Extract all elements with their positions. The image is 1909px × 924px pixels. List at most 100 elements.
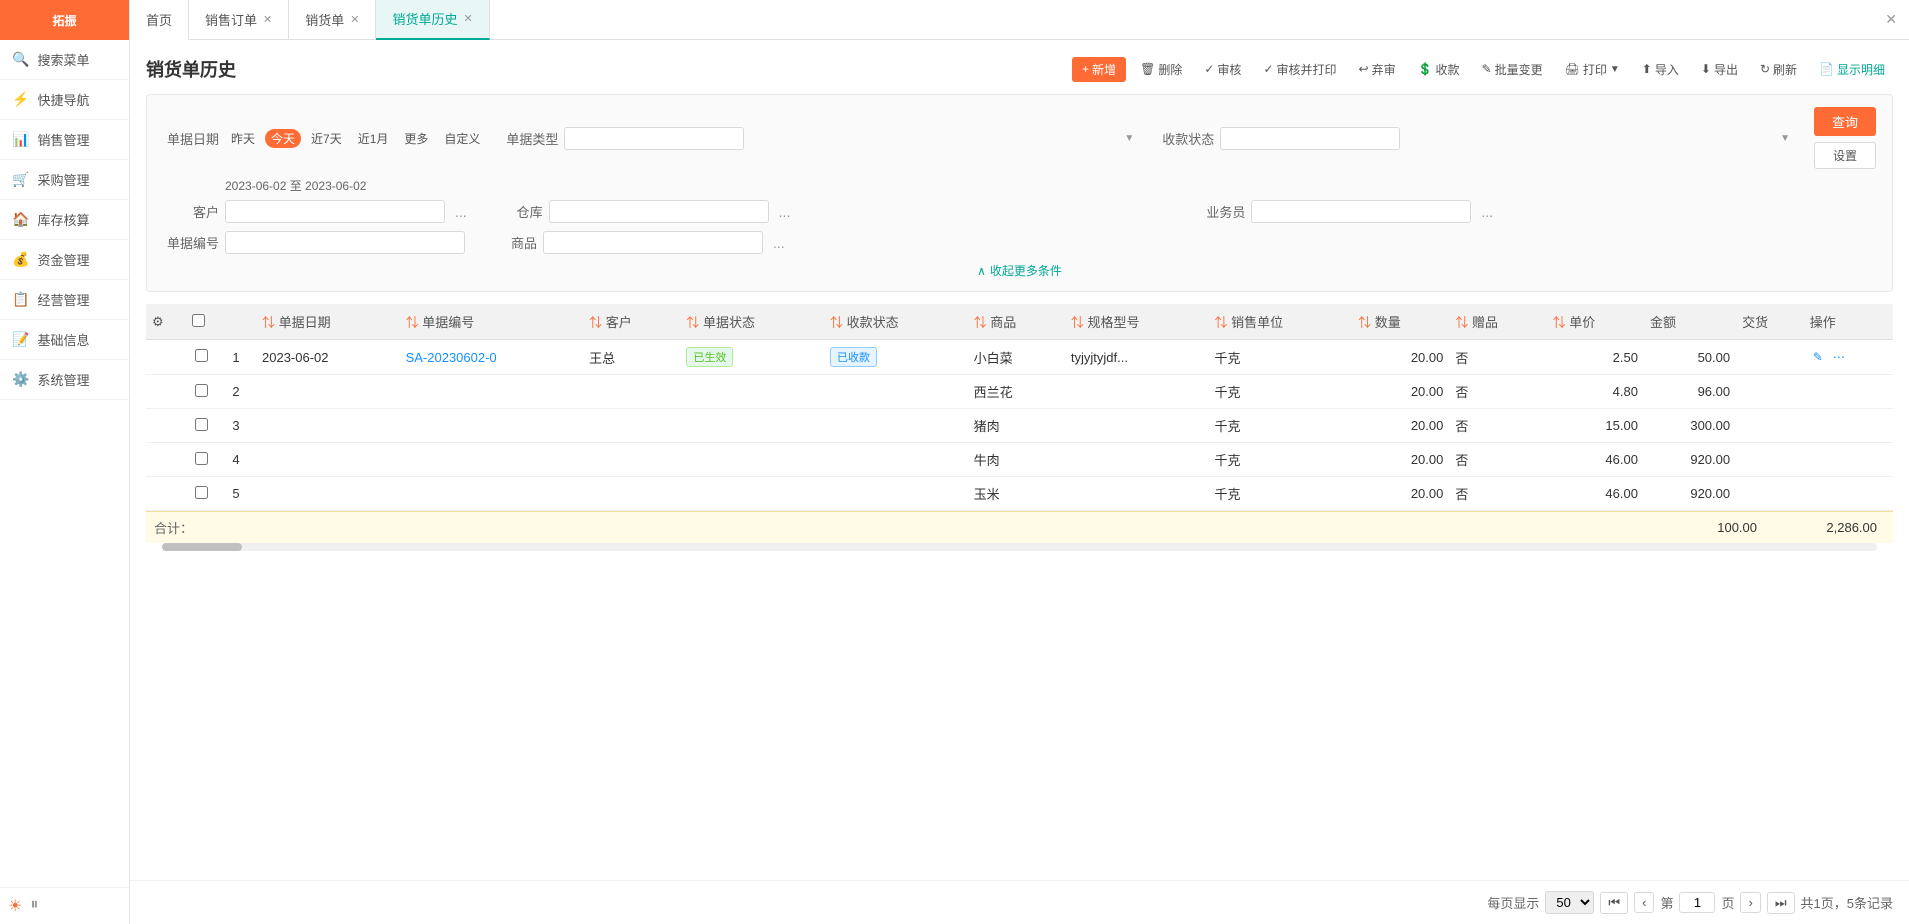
col-spec[interactable]: ⇅ 规格型号 (1065, 304, 1209, 340)
export-button[interactable]: ⬇ 导出 (1693, 57, 1746, 82)
refresh-button[interactable]: ↻ 刷新 (1752, 57, 1805, 82)
goods-ellipsis[interactable]: ... (769, 235, 789, 251)
customer-input[interactable] (225, 200, 445, 223)
tab-sales-order-close[interactable]: ✕ (263, 13, 272, 26)
sidebar-item-quick-nav[interactable]: ⚡ 快捷导航 (0, 80, 129, 120)
col-collect-status[interactable]: ⇅ 收款状态 (824, 304, 968, 340)
date-tag-custom[interactable]: 自定义 (438, 129, 486, 148)
scroll-bar[interactable] (162, 543, 1877, 551)
tab-sales-delivery-close[interactable]: ✕ (350, 13, 359, 26)
row-checkbox[interactable] (195, 349, 208, 362)
sidebar-item-fund-mgmt[interactable]: 💰 资金管理 (0, 240, 129, 280)
scroll-thumb[interactable] (162, 543, 242, 551)
sidebar-item-search-menu[interactable]: 🔍 搜索菜单 (0, 40, 129, 80)
collect-status-badge: 已收款 (830, 347, 877, 367)
row-num-cell: 3 (216, 409, 256, 443)
row-checkbox-cell[interactable] (186, 409, 216, 443)
tab-sales-history[interactable]: 销货单历史 ✕ (376, 0, 489, 40)
next-page-button[interactable]: › (1740, 892, 1760, 913)
sidebar-item-purchase-mgmt[interactable]: 🛒 采购管理 (0, 160, 129, 200)
settings-gear-icon[interactable]: ⚙ (152, 314, 164, 329)
first-page-button[interactable]: ⏮ (1600, 892, 1628, 914)
row-collect-status: 已收款 (824, 340, 968, 375)
sidebar-item-basic-info[interactable]: 📝 基础信息 (0, 320, 129, 360)
row-checkbox[interactable] (195, 452, 208, 465)
col-goods[interactable]: ⇅ 商品 (968, 304, 1065, 340)
last-page-button[interactable]: ⏭ (1767, 892, 1795, 914)
date-tag-more[interactable]: 更多 (398, 129, 434, 148)
row-checkbox-cell[interactable] (186, 375, 216, 409)
salesperson-input[interactable] (1251, 200, 1471, 223)
row-checkbox-cell[interactable] (186, 340, 216, 375)
date-range-display: 2023-06-02 至 2023-06-02 (225, 179, 366, 193)
col-doc-no[interactable]: ⇅ 单据编号 (400, 304, 584, 340)
collect-status-select[interactable] (1220, 127, 1400, 150)
salesperson-ellipsis[interactable]: ... (1477, 204, 1497, 220)
query-button[interactable]: 查询 (1814, 107, 1876, 136)
date-tag-today[interactable]: 今天 (265, 129, 301, 148)
row-doc-no[interactable] (400, 477, 584, 511)
sidebar-item-sys-mgmt[interactable]: ⚙️ 系统管理 (0, 360, 129, 400)
col-doc-date[interactable]: ⇅ 单据日期 (256, 304, 400, 340)
per-page-select[interactable]: 50 (1545, 891, 1594, 914)
date-tag-1month[interactable]: 近1月 (352, 129, 395, 148)
tab-home[interactable]: 首页 (130, 0, 189, 40)
tab-sales-order[interactable]: 销售订单 ✕ (189, 0, 289, 40)
row-checkbox[interactable] (195, 418, 208, 431)
collapse-btn[interactable]: ∧ 收起更多条件 (163, 262, 1876, 279)
col-gift[interactable]: ⇅ 赠品 (1449, 304, 1546, 340)
set-button[interactable]: 设置 (1814, 142, 1876, 169)
col-settings[interactable]: ⚙ (146, 304, 186, 340)
tab-sales-delivery[interactable]: 销货单 ✕ (289, 0, 376, 40)
sidebar-item-ops-mgmt[interactable]: 📋 经营管理 (0, 280, 129, 320)
col-unit[interactable]: ⇅ 销售单位 (1208, 304, 1352, 340)
show-detail-button[interactable]: 📄 显示明细 (1811, 57, 1893, 82)
batch-change-button[interactable]: ✎ 批量变更 (1474, 57, 1551, 82)
sidebar-item-stock-calc[interactable]: 🏠 库存核算 (0, 200, 129, 240)
collect-button[interactable]: 💲 收款 (1410, 57, 1468, 82)
audit-button[interactable]: ✓ 审核 (1196, 57, 1249, 82)
row-doc-no[interactable] (400, 443, 584, 477)
tabs-close-all[interactable]: ✕ (1873, 11, 1909, 28)
tab-sales-history-close[interactable]: ✕ (464, 12, 473, 25)
date-tag-yesterday[interactable]: 昨天 (225, 129, 261, 148)
refresh-icon: ↻ (1760, 62, 1770, 76)
pagination: 每页显示 50 ⏮ ‹ 第 1 页 › ⏭ 共1页，5条记录 (130, 880, 1909, 924)
row-checkbox-cell[interactable] (186, 443, 216, 477)
row-checkbox[interactable] (195, 486, 208, 499)
import-button[interactable]: ⬆ 导入 (1634, 57, 1687, 82)
customer-ellipsis[interactable]: ... (451, 204, 471, 220)
row-doc-no[interactable] (400, 375, 584, 409)
print-button[interactable]: 🖨 打印 ▼ (1557, 57, 1628, 82)
warehouse-ellipsis[interactable]: ... (775, 204, 795, 220)
prev-page-button[interactable]: ‹ (1634, 892, 1654, 913)
more-action-btn[interactable]: ⋯ (1830, 350, 1848, 364)
sort-icon-unit-price: ⇅ (1553, 315, 1566, 330)
warehouse-input[interactable] (549, 200, 769, 223)
date-tag-7days[interactable]: 近7天 (305, 129, 348, 148)
row-checkbox[interactable] (195, 384, 208, 397)
row-doc-no[interactable]: SA-20230602-0 (400, 340, 584, 375)
edit-action-btn[interactable]: ✎ (1810, 350, 1826, 364)
action-btns: ✎⋯ (1810, 350, 1887, 364)
new-button[interactable]: + 新增 (1072, 57, 1126, 82)
row-doc-status (680, 477, 824, 511)
sidebar-bottom-icon1[interactable]: ☀ (8, 896, 22, 916)
col-customer[interactable]: ⇅ 客户 (583, 304, 680, 340)
row-doc-no[interactable] (400, 409, 584, 443)
page-number-input[interactable]: 1 (1679, 892, 1715, 913)
row-checkbox-cell[interactable] (186, 477, 216, 511)
col-doc-status[interactable]: ⇅ 单据状态 (680, 304, 824, 340)
doc-type-select[interactable] (564, 127, 744, 150)
sidebar-bottom-icon2[interactable]: ⏸ (30, 896, 38, 916)
delete-button[interactable]: 🗑 删除 (1132, 57, 1190, 82)
col-unit-price[interactable]: ⇅ 单价 (1547, 304, 1644, 340)
abandon-button[interactable]: ↩ 弃审 (1351, 57, 1404, 82)
doc-no-input[interactable] (225, 231, 465, 254)
col-quantity[interactable]: ⇅ 数量 (1352, 304, 1449, 340)
goods-input[interactable] (543, 231, 763, 254)
sidebar-item-sales-mgmt[interactable]: 📊 销售管理 (0, 120, 129, 160)
col-checkbox[interactable] (186, 304, 216, 340)
select-all-checkbox[interactable] (192, 314, 205, 327)
audit-print-button[interactable]: ✓ 审核并打印 (1255, 57, 1344, 82)
